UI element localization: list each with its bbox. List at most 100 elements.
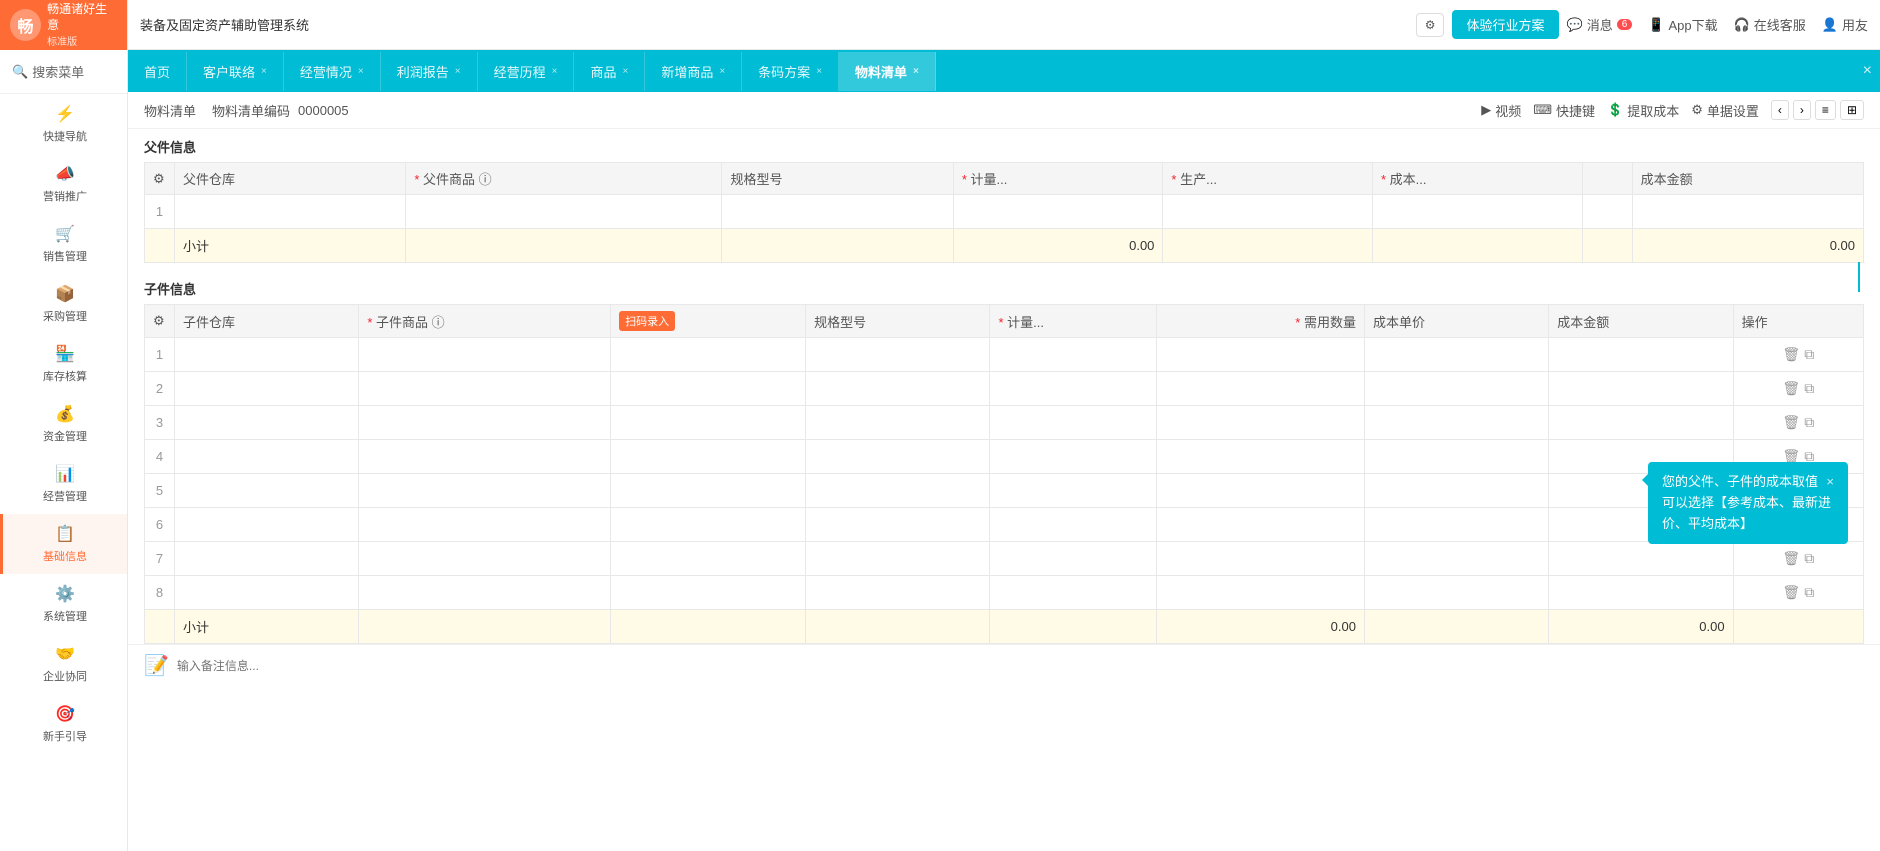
- user-button[interactable]: 👤 用友: [1822, 15, 1868, 34]
- tab-operations-status-close[interactable]: ×: [358, 66, 364, 77]
- parent-warehouse-cell[interactable]: [175, 195, 406, 229]
- parent-col-production: * 生产...: [1163, 163, 1373, 195]
- child-spec-3[interactable]: [806, 406, 990, 440]
- child-col-spec: 规格型号: [806, 305, 990, 338]
- copy-icon-3[interactable]: ⧉: [1804, 414, 1814, 431]
- child-warehouse-3[interactable]: [175, 406, 359, 440]
- parent-cost-amount-cell: [1632, 195, 1863, 229]
- child-unit-3[interactable]: [990, 406, 1157, 440]
- copy-icon-7[interactable]: ⧉: [1804, 550, 1814, 567]
- sidebar-item-system[interactable]: ⚙️ 系统管理: [0, 574, 127, 634]
- tab-ops-history-close[interactable]: ×: [552, 66, 558, 77]
- content-area: 物料清单 物料清单编码 0000005 ▶ 视频 ⌨ 快捷键 💲 提取成本: [128, 92, 1880, 851]
- tab-profit[interactable]: 利润报告 ×: [381, 52, 478, 91]
- sidebar-item-guide[interactable]: 🎯 新手引导: [0, 694, 127, 754]
- prev-button[interactable]: ‹: [1771, 100, 1789, 120]
- sidebar-item-operations[interactable]: 📊 经营管理: [0, 454, 127, 514]
- copy-icon-1[interactable]: ⧉: [1804, 346, 1814, 363]
- service-button[interactable]: 🎧 在线客服: [1734, 15, 1806, 34]
- tab-barcode-close[interactable]: ×: [816, 66, 822, 77]
- child-col-settings[interactable]: ⚙: [145, 305, 175, 338]
- child-warehouse-1[interactable]: [175, 338, 359, 372]
- tab-products[interactable]: 商品 ×: [574, 52, 645, 91]
- search-area[interactable]: 🔍 搜索菜单: [0, 50, 127, 94]
- logo: 畅 畅通诸好生意 标准版: [0, 0, 127, 50]
- tab-operations-status[interactable]: 经营情况 ×: [284, 52, 381, 91]
- view-button[interactable]: ▶ 视频: [1481, 101, 1521, 120]
- scan-button[interactable]: 扫码录入: [619, 311, 675, 331]
- grid-view-button[interactable]: ⊞: [1840, 100, 1864, 120]
- parent-cost-cell[interactable]: [1373, 195, 1583, 229]
- child-spec-1[interactable]: [806, 338, 990, 372]
- marketing-icon: 📣: [55, 164, 75, 184]
- tab-new-products-close[interactable]: ×: [719, 66, 725, 77]
- tab-barcode[interactable]: 条码方案 ×: [742, 52, 839, 91]
- child-product-2[interactable]: [359, 372, 611, 406]
- sidebar-item-enterprise[interactable]: 🤝 企业协同: [0, 634, 127, 694]
- parent-production-cell[interactable]: [1163, 195, 1373, 229]
- child-warehouse-2[interactable]: [175, 372, 359, 406]
- child-unit-cost-1[interactable]: [1364, 338, 1548, 372]
- child-unit-2[interactable]: [990, 372, 1157, 406]
- child-qty-2[interactable]: [1157, 372, 1365, 406]
- child-row-2: 2 🗑⧉: [145, 372, 1864, 406]
- parent-col-settings[interactable]: ⚙: [145, 163, 175, 195]
- child-product-3[interactable]: [359, 406, 611, 440]
- parent-section: 父件信息 ⚙ 父件仓库 * 父件商品 ⓘ 规格型号 * 计量... * 生产..…: [128, 129, 1880, 263]
- breadcrumb-item1[interactable]: 物料清单: [144, 101, 196, 120]
- child-unit-cost-3[interactable]: [1364, 406, 1548, 440]
- next-button[interactable]: ›: [1793, 100, 1811, 120]
- child-unit-1[interactable]: [990, 338, 1157, 372]
- remark-input[interactable]: [177, 659, 1864, 673]
- copy-icon-2[interactable]: ⧉: [1804, 380, 1814, 397]
- app-download-button[interactable]: 📱 App下载: [1648, 15, 1717, 34]
- parent-unit-cell[interactable]: [953, 195, 1163, 229]
- tab-home[interactable]: 首页: [128, 52, 187, 91]
- sidebar-item-finance[interactable]: 💰 资金管理: [0, 394, 127, 454]
- sales-label: 销售管理: [43, 248, 87, 264]
- sidebar-item-purchase[interactable]: 📦 采购管理: [0, 274, 127, 334]
- child-subtotal-label: 小计: [175, 610, 359, 644]
- tab-ops-history[interactable]: 经营历程 ×: [478, 52, 575, 91]
- tab-customers[interactable]: 客户联络 ×: [187, 52, 284, 91]
- message-button[interactable]: 💬 消息 6: [1567, 15, 1633, 34]
- child-product-1[interactable]: [359, 338, 611, 372]
- child-col-scan[interactable]: 扫码录入: [611, 305, 806, 338]
- list-view-button[interactable]: ≡: [1815, 100, 1836, 120]
- settings-button[interactable]: ⚙: [1416, 13, 1445, 37]
- delete-icon-2[interactable]: 🗑: [1782, 380, 1800, 397]
- cost-button[interactable]: 💲 提取成本: [1607, 101, 1679, 120]
- child-unit-cost-2[interactable]: [1364, 372, 1548, 406]
- tab-new-products[interactable]: 新增商品 ×: [645, 52, 742, 91]
- sidebar-item-quick-nav[interactable]: ⚡ 快捷导航: [0, 94, 127, 154]
- sidebar-item-inventory[interactable]: 🏪 库存核算: [0, 334, 127, 394]
- sidebar-item-marketing[interactable]: 📣 营销推广: [0, 154, 127, 214]
- child-qty-3[interactable]: [1157, 406, 1365, 440]
- tooltip-close-button[interactable]: ×: [1826, 472, 1834, 493]
- sidebar-item-basic-info[interactable]: 📋 基础信息: [0, 514, 127, 574]
- parent-spec-cell[interactable]: [722, 195, 953, 229]
- delete-icon-7[interactable]: 🗑: [1782, 550, 1800, 567]
- page-header: 物料清单 物料清单编码 0000005 ▶ 视频 ⌨ 快捷键 💲 提取成本: [128, 92, 1880, 129]
- delete-icon-8[interactable]: 🗑: [1782, 584, 1800, 601]
- message-label: 消息: [1587, 15, 1613, 34]
- delete-icon-1[interactable]: 🗑: [1782, 346, 1800, 363]
- copy-icon-8[interactable]: ⧉: [1804, 584, 1814, 601]
- search-menu-button[interactable]: 🔍 搜索菜单: [8, 58, 119, 85]
- shortcut-button[interactable]: ⌨ 快捷键: [1533, 101, 1595, 120]
- tab-bom[interactable]: 物料清单 ×: [839, 52, 936, 91]
- tab-bom-close[interactable]: ×: [913, 66, 919, 77]
- sidebar-item-sales[interactable]: 🛒 销售管理: [0, 214, 127, 274]
- basic-info-label: 基础信息: [43, 548, 87, 564]
- delete-icon-3[interactable]: 🗑: [1782, 414, 1800, 431]
- tab-products-close[interactable]: ×: [622, 66, 628, 77]
- tab-profit-close[interactable]: ×: [455, 66, 461, 77]
- parent-product-cell[interactable]: [406, 195, 722, 229]
- child-row-8: 8 🗑⧉: [145, 576, 1864, 610]
- window-close-button[interactable]: ×: [1855, 58, 1880, 84]
- child-spec-2[interactable]: [806, 372, 990, 406]
- experience-button[interactable]: 体验行业方案: [1452, 10, 1558, 39]
- settings-doc-button[interactable]: ⚙ 单据设置: [1691, 101, 1759, 120]
- child-qty-1[interactable]: [1157, 338, 1365, 372]
- tab-customers-close[interactable]: ×: [261, 66, 267, 77]
